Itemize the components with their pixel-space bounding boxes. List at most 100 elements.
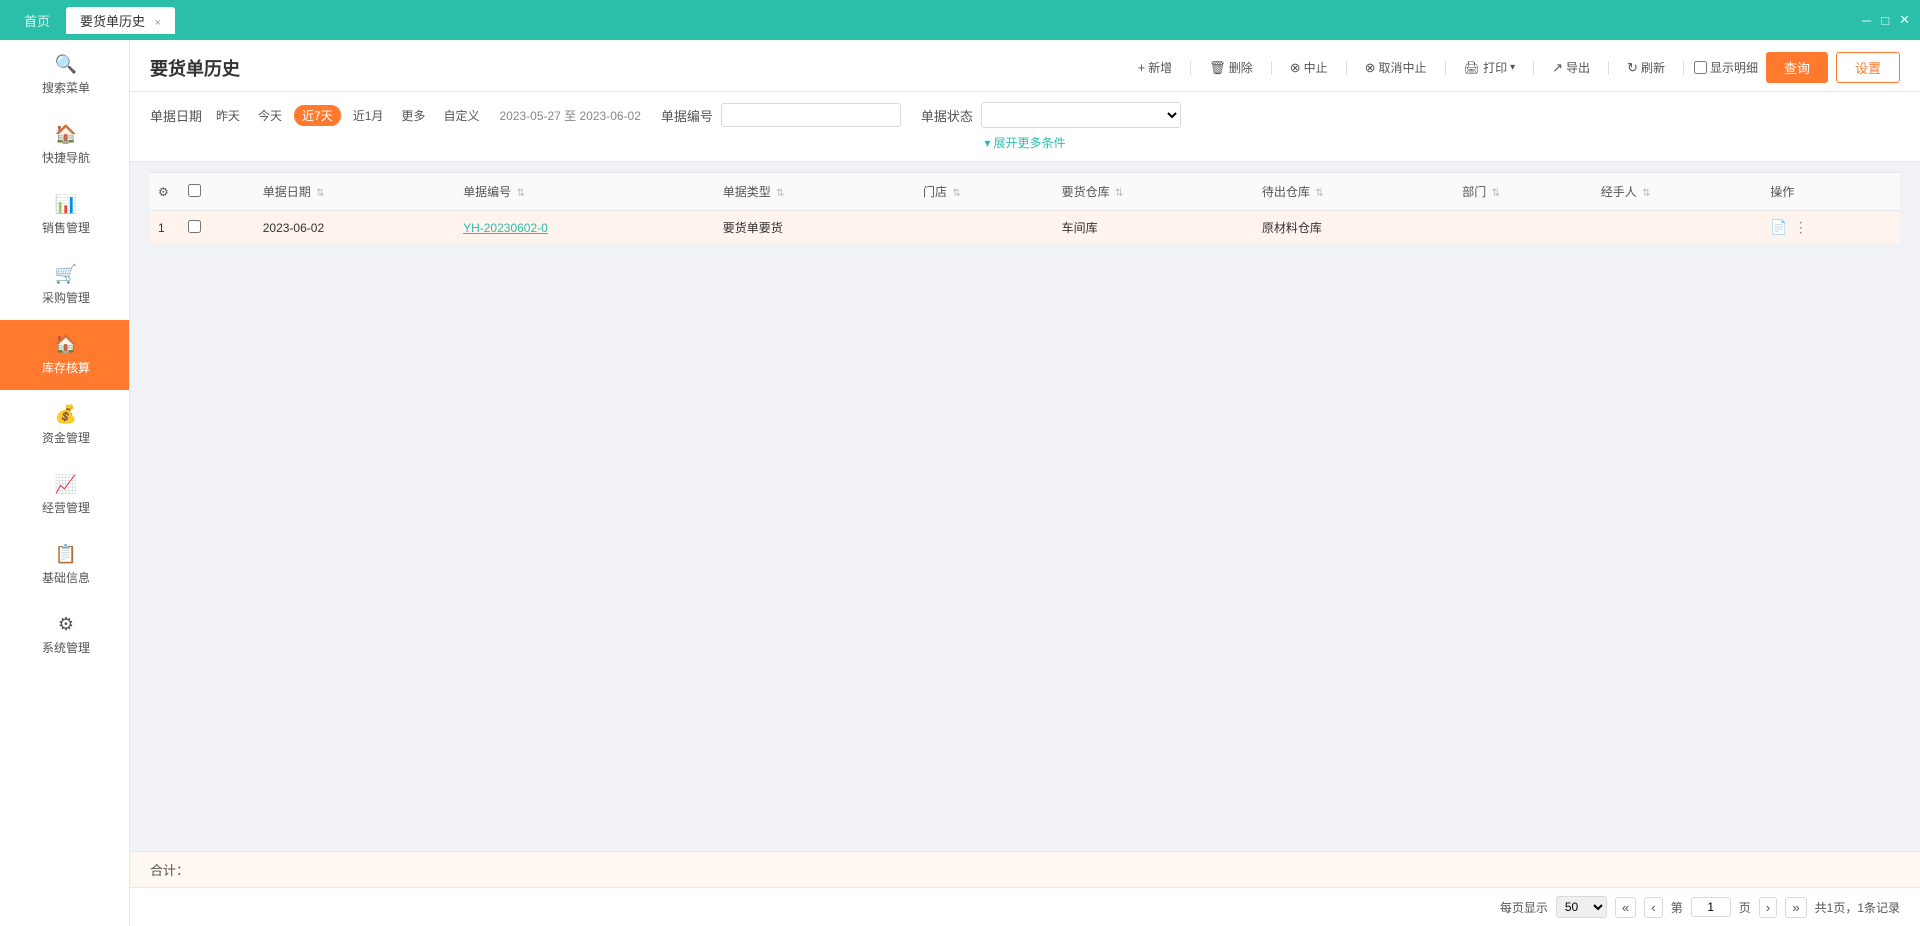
sidebar-item-basic-info[interactable]: 📋 基础信息 <box>0 530 129 600</box>
expand-more-button[interactable]: ▾ 展开更多条件 <box>150 134 1900 151</box>
row-edit-button[interactable]: 📄 <box>1770 219 1787 236</box>
home-icon: 🏠 <box>55 124 77 145</box>
divider <box>1533 61 1534 75</box>
doc-number-input[interactable] <box>721 103 901 127</box>
display-cell-checkbox[interactable]: 显示明细 <box>1694 59 1758 76</box>
sidebar-item-quick-nav[interactable]: 🏠 快捷导航 <box>0 110 129 180</box>
col-pending-warehouse: 待出仓库 ⇅ <box>1254 173 1454 211</box>
cell-checkbox <box>180 211 255 245</box>
col-req-warehouse: 要货仓库 ⇅ <box>1054 173 1254 211</box>
table-header-row: ⚙ 单据日期 ⇅ 单据编号 ⇅ 单据类型 ⇅ <box>150 173 1900 211</box>
date-opt-more[interactable]: 更多 <box>395 105 431 126</box>
sort-icon[interactable]: ⇅ <box>1492 188 1500 199</box>
date-opt-7days[interactable]: 近7天 <box>294 105 341 126</box>
cancel-suspend-button[interactable]: ⊗ 取消中止 <box>1357 55 1435 80</box>
pagination-bar: 每页显示 50 10 20 100 « ‹ 第 页 › » 共1页，1条记录 <box>130 887 1920 926</box>
sales-icon: 📊 <box>55 194 77 215</box>
suspend-button[interactable]: ⊗ 中止 <box>1282 55 1336 80</box>
date-filter-group: 单据日期 昨天 今天 近7天 近1月 更多 自定义 2023-05-27 至 2… <box>150 105 641 126</box>
operations-icon: 📈 <box>55 474 77 495</box>
page-size-select[interactable]: 50 10 20 100 <box>1556 896 1607 918</box>
date-opt-yesterday[interactable]: 昨天 <box>210 105 246 126</box>
suspend-icon: ⊗ <box>1290 60 1301 76</box>
cell-department <box>1454 211 1593 245</box>
print-icon: 🖨 <box>1464 60 1481 76</box>
page-header: 要货单历史 + 新增 🗑 删除 ⊗ 中止 ⊗ <box>130 40 1920 92</box>
filter-row: 单据日期 昨天 今天 近7天 近1月 更多 自定义 2023-05-27 至 2… <box>150 102 1900 128</box>
sort-icon[interactable]: ⇅ <box>776 188 784 199</box>
first-page-button[interactable]: « <box>1615 897 1636 918</box>
data-table: ⚙ 单据日期 ⇅ 单据编号 ⇅ 单据类型 ⇅ <box>150 172 1900 245</box>
date-opt-custom[interactable]: 自定义 <box>437 105 485 126</box>
cell-req-warehouse: 车间库 <box>1054 211 1254 245</box>
divider <box>1346 61 1347 75</box>
page-title: 要货单历史 <box>150 55 240 81</box>
maximize-button[interactable]: □ <box>1881 13 1889 28</box>
status-label: 单据状态 <box>921 106 973 125</box>
col-handler: 经手人 ⇅ <box>1593 173 1762 211</box>
cart-icon: 🛒 <box>55 264 77 285</box>
minimize-button[interactable]: ─ <box>1862 13 1871 28</box>
cell-actions: 📄 ⋮ <box>1762 211 1900 245</box>
refresh-icon: ↻ <box>1627 60 1638 76</box>
print-button[interactable]: 🖨 打印 ▾ <box>1456 55 1524 80</box>
sidebar-item-search[interactable]: 🔍 搜索菜单 <box>0 40 129 110</box>
doc-number-link[interactable]: YH-20230602-0 <box>463 221 548 235</box>
tab-requisition-history[interactable]: 要货单历史 × <box>66 7 175 34</box>
col-settings[interactable]: ⚙ <box>150 173 180 211</box>
page-label: 第 <box>1671 899 1683 916</box>
add-button[interactable]: + 新增 <box>1130 55 1181 80</box>
delete-button[interactable]: 🗑 删除 <box>1201 55 1261 80</box>
sort-icon[interactable]: ⇅ <box>1115 188 1123 199</box>
cell-handler <box>1593 211 1762 245</box>
settings-button[interactable]: 设置 <box>1836 52 1900 83</box>
sidebar-item-operations[interactable]: 📈 经营管理 <box>0 460 129 530</box>
date-opt-1month[interactable]: 近1月 <box>347 105 390 126</box>
close-button[interactable]: ✕ <box>1899 12 1910 28</box>
row-more-button[interactable]: ⋮ <box>1794 219 1808 236</box>
tab-home[interactable]: 首页 <box>10 7 64 34</box>
select-all-checkbox[interactable] <box>188 184 201 197</box>
sidebar-item-finance[interactable]: 💰 资金管理 <box>0 390 129 460</box>
query-button[interactable]: 查询 <box>1766 52 1828 83</box>
divider <box>1271 61 1272 75</box>
basic-info-icon: 📋 <box>55 544 77 565</box>
cell-doc-type: 要货单要货 <box>715 211 915 245</box>
col-actions: 操作 <box>1762 173 1900 211</box>
sidebar-item-inventory[interactable]: 🏠 库存核算 <box>0 320 129 390</box>
sort-icon[interactable]: ⇅ <box>952 188 960 199</box>
sidebar-item-sales[interactable]: 📊 销售管理 <box>0 180 129 250</box>
content-area: 要货单历史 + 新增 🗑 删除 ⊗ 中止 ⊗ <box>130 40 1920 926</box>
window-controls: ─ □ ✕ <box>1862 12 1910 28</box>
refresh-button[interactable]: ↻ 刷新 <box>1619 55 1673 80</box>
cancel-suspend-icon: ⊗ <box>1365 60 1376 76</box>
col-doc-type: 单据类型 ⇅ <box>715 173 915 211</box>
sidebar: 🔍 搜索菜单 🏠 快捷导航 📊 销售管理 🛒 采购管理 🏠 库存核算 💰 资金管… <box>0 40 130 926</box>
sidebar-item-purchase[interactable]: 🛒 采购管理 <box>0 250 129 320</box>
sort-icon[interactable]: ⇅ <box>516 188 524 199</box>
status-filter-group: 单据状态 <box>921 102 1181 128</box>
cell-store <box>915 211 1054 245</box>
export-button[interactable]: ↗ 导出 <box>1544 55 1598 80</box>
display-cell-input[interactable] <box>1694 61 1707 74</box>
page-suffix: 页 <box>1739 899 1751 916</box>
sidebar-item-system[interactable]: ⚙ 系统管理 <box>0 600 129 670</box>
row-checkbox[interactable] <box>188 220 201 233</box>
next-page-button[interactable]: › <box>1759 897 1777 918</box>
date-opt-today[interactable]: 今天 <box>252 105 288 126</box>
divider <box>1683 61 1684 75</box>
inventory-icon: 🏠 <box>55 334 77 355</box>
prev-page-button[interactable]: ‹ <box>1644 897 1662 918</box>
tab-close-icon[interactable]: × <box>155 17 161 29</box>
row-action-group: 📄 ⋮ <box>1770 219 1892 236</box>
current-page-input[interactable] <box>1691 897 1731 917</box>
col-checkbox <box>180 173 255 211</box>
main-layout: 🔍 搜索菜单 🏠 快捷导航 📊 销售管理 🛒 采购管理 🏠 库存核算 💰 资金管… <box>0 40 1920 926</box>
last-page-button[interactable]: » <box>1785 897 1806 918</box>
date-filter-label: 单据日期 <box>150 106 202 125</box>
sort-icon[interactable]: ⇅ <box>1315 188 1323 199</box>
status-select[interactable] <box>981 102 1181 128</box>
add-icon: + <box>1138 60 1146 75</box>
sort-icon[interactable]: ⇅ <box>316 188 324 199</box>
sort-icon[interactable]: ⇅ <box>1642 188 1650 199</box>
